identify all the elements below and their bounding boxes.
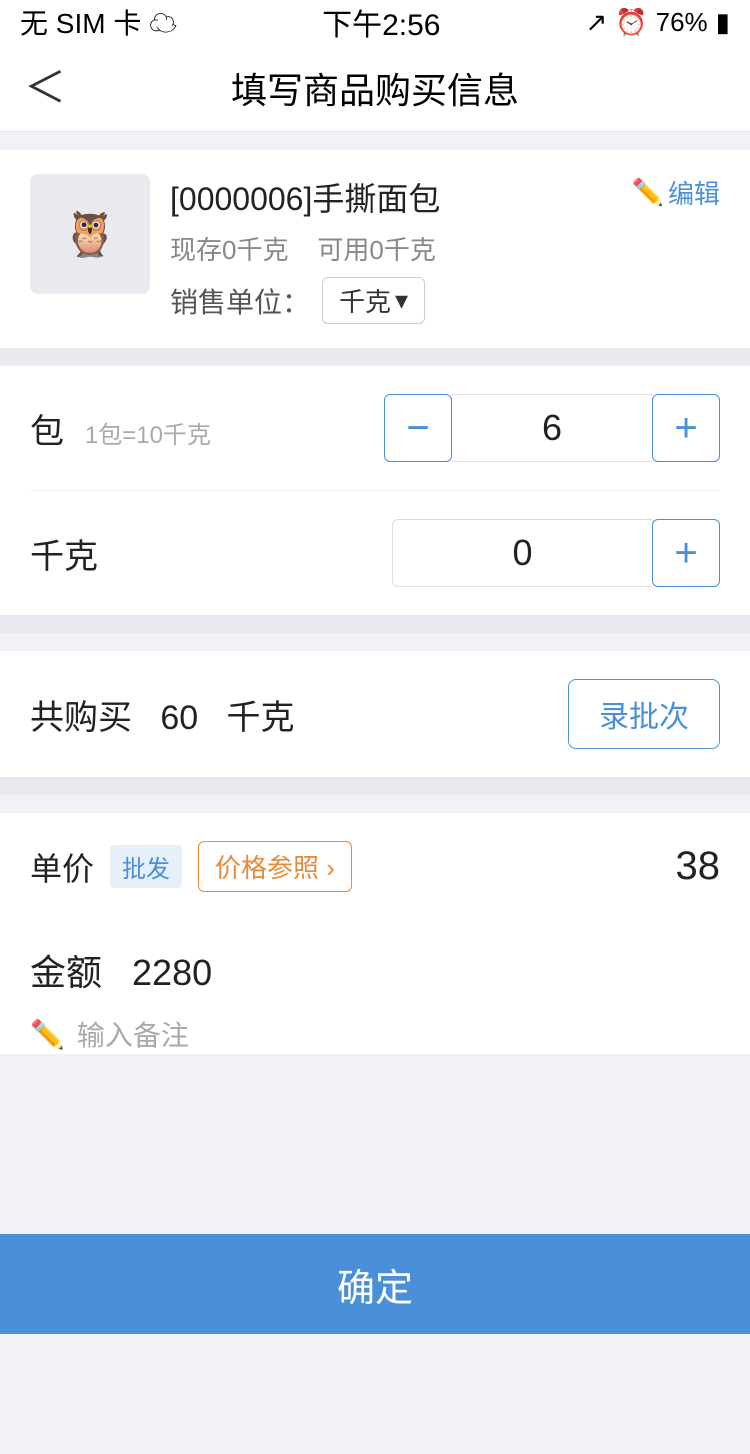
package-quantity-control: − + [384, 394, 720, 462]
remark-placeholder: 输入备注 [77, 1014, 189, 1054]
alarm-icon: ⏰ [615, 7, 647, 38]
divider-3 [0, 777, 750, 795]
product-thumbnail: 🦉 [30, 174, 150, 294]
kilogram-quantity-control: + [392, 519, 720, 587]
pencil-icon: ✏️ [30, 1018, 65, 1051]
price-value: 38 [676, 844, 721, 889]
package-label-group: 包 1包=10千克 [30, 404, 211, 453]
nav-bar: ＜ 填写商品购买信息 [0, 44, 750, 132]
divider-1 [0, 348, 750, 366]
kilogram-label-group: 千克 [30, 529, 98, 578]
kilogram-row: 千克 + [30, 491, 720, 615]
batch-button[interactable]: 录批次 [568, 679, 720, 749]
total-amount: 60 [160, 699, 198, 737]
package-label: 包 [30, 413, 64, 451]
price-tag: 批发 [110, 845, 182, 888]
total-text: 共购买 60 千克 [30, 690, 295, 739]
unit-value: 千克 [339, 282, 391, 319]
package-quantity-input[interactable] [452, 394, 652, 462]
product-card: 🦉 [0000006]手撕面包 现存0千克 可用0千克 销售单位： 千克 ▾ ✏… [0, 150, 750, 348]
kilogram-label: 千克 [30, 538, 98, 576]
page-title: 填写商品购买信息 [231, 62, 519, 114]
kilogram-quantity-input[interactable] [392, 519, 652, 587]
current-stock: 现存0千克 [170, 235, 288, 265]
amount-label: 金额 [30, 952, 102, 993]
price-label: 单价 [30, 844, 94, 890]
amount-row: 金额 2280 [30, 944, 720, 996]
total-prefix: 共购买 [30, 699, 132, 737]
package-hint: 1包=10千克 [85, 422, 211, 449]
kilogram-plus-button[interactable]: + [652, 519, 720, 587]
sim-status: 无 SIM 卡 ☁ [20, 2, 177, 42]
back-button[interactable]: ＜ [24, 67, 66, 109]
amount-value: 2280 [132, 952, 212, 993]
quantity-section: 包 1包=10千克 − + 千克 + [0, 366, 750, 615]
status-left: 无 SIM 卡 ☁ [20, 2, 177, 42]
product-owl-icon: 🦉 [63, 208, 118, 260]
total-unit: 千克 [227, 699, 295, 737]
status-bar: 无 SIM 卡 ☁ 下午2:56 ↗ ⏰ 76% ▮ [0, 0, 750, 44]
status-time: 下午2:56 [322, 0, 440, 44]
divider-2 [0, 615, 750, 633]
package-minus-button[interactable]: − [384, 394, 452, 462]
edit-button[interactable]: ✏️ 编辑 [632, 174, 720, 211]
price-section: 单价 批发 价格参照 › 38 [0, 813, 750, 920]
battery-icon: ▮ [716, 7, 730, 38]
unit-dropdown[interactable]: 千克 ▾ [322, 277, 425, 324]
battery-level: 76% [656, 7, 708, 38]
amount-section: 金额 2280 ✏️ 输入备注 [0, 920, 750, 1054]
confirm-button[interactable]: 确定 [0, 1234, 750, 1334]
edit-label: 编辑 [668, 174, 720, 211]
product-unit-row: 销售单位： 千克 ▾ [170, 277, 720, 324]
status-right: ↗ ⏰ 76% ▮ [585, 7, 730, 38]
remark-row[interactable]: ✏️ 输入备注 [30, 1014, 720, 1054]
package-plus-button[interactable]: + [652, 394, 720, 462]
edit-icon: ✏️ [632, 177, 664, 208]
price-ref-button[interactable]: 价格参照 › [198, 841, 352, 892]
location-icon: ↗ [585, 7, 607, 38]
product-stock: 现存0千克 可用0千克 [170, 230, 720, 267]
unit-label: 销售单位： [170, 281, 310, 321]
price-row: 单价 批发 价格参照 › 38 [30, 841, 720, 892]
package-row: 包 1包=10千克 − + [30, 366, 720, 491]
available-stock: 可用0千克 [317, 235, 435, 265]
total-row: 共购买 60 千克 录批次 [0, 651, 750, 777]
dropdown-arrow-icon: ▾ [395, 285, 408, 316]
